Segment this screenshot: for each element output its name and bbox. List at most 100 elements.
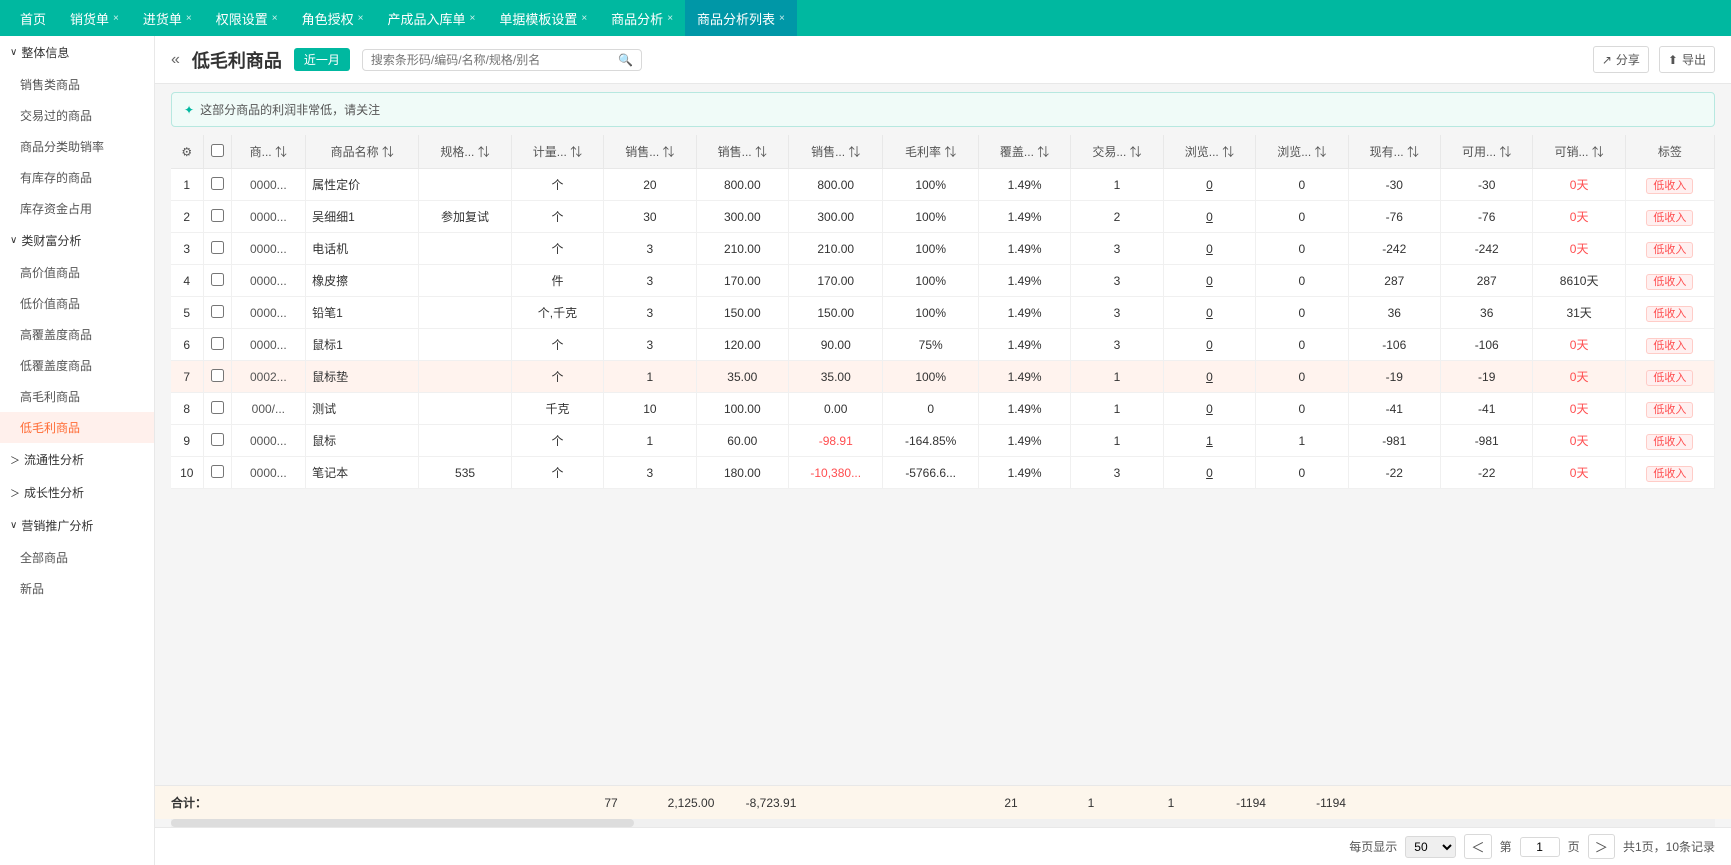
sidebar-group-overall-title[interactable]: ∨ 整体信息 bbox=[0, 36, 154, 69]
collapse-sidebar-btn[interactable]: « bbox=[171, 51, 180, 69]
close-icon[interactable]: × bbox=[779, 13, 785, 24]
nav-product-analysis[interactable]: 商品分析 × bbox=[599, 0, 685, 36]
close-icon[interactable]: × bbox=[469, 13, 475, 24]
row-views1[interactable]: 0 bbox=[1163, 297, 1255, 329]
col-header-settings[interactable]: ⚙ bbox=[171, 135, 203, 169]
horizontal-scroll[interactable] bbox=[171, 819, 1715, 827]
search-icon[interactable]: 🔍 bbox=[618, 53, 633, 67]
row-name[interactable]: 橡皮擦 bbox=[306, 265, 419, 297]
nav-product-entry[interactable]: 产成品入库单 × bbox=[375, 0, 487, 36]
col-header-name[interactable]: 商品名称 ⇅ bbox=[306, 135, 419, 169]
row-name[interactable]: 吴细细1 bbox=[306, 201, 419, 233]
nav-purchase-order[interactable]: 进货单 × bbox=[131, 0, 204, 36]
sidebar-item-high-coverage[interactable]: 高覆盖度商品 bbox=[0, 319, 154, 350]
share-button[interactable]: ↗ 分享 bbox=[1593, 46, 1649, 73]
row-views1[interactable]: 0 bbox=[1163, 361, 1255, 393]
col-header-trade[interactable]: 交易... ⇅ bbox=[1071, 135, 1163, 169]
row-checkbox[interactable] bbox=[203, 361, 231, 393]
row-checkbox[interactable] bbox=[203, 393, 231, 425]
col-header-spec[interactable]: 规格... ⇅ bbox=[419, 135, 511, 169]
row-views1[interactable]: 0 bbox=[1163, 233, 1255, 265]
row-select-checkbox[interactable] bbox=[211, 337, 224, 350]
row-select-checkbox[interactable] bbox=[211, 209, 224, 222]
row-name[interactable]: 笔记本 bbox=[306, 457, 419, 489]
row-name[interactable]: 测试 bbox=[306, 393, 419, 425]
page-number-input[interactable] bbox=[1520, 837, 1560, 857]
nav-template-settings[interactable]: 单据模板设置 × bbox=[487, 0, 599, 36]
row-views1[interactable]: 0 bbox=[1163, 201, 1255, 233]
row-select-checkbox[interactable] bbox=[211, 433, 224, 446]
row-name[interactable]: 鼠标 bbox=[306, 425, 419, 457]
nav-role-auth[interactable]: 角色授权 × bbox=[290, 0, 376, 36]
sidebar-item-traded-products[interactable]: 交易过的商品 bbox=[0, 100, 154, 131]
close-icon[interactable]: × bbox=[358, 13, 364, 24]
col-header-checkbox[interactable] bbox=[203, 135, 231, 169]
sidebar-item-sales-products[interactable]: 销售类商品 bbox=[0, 69, 154, 100]
row-views1[interactable]: 0 bbox=[1163, 393, 1255, 425]
row-select-checkbox[interactable] bbox=[211, 401, 224, 414]
sidebar-item-high-margin[interactable]: 高毛利商品 bbox=[0, 381, 154, 412]
date-filter-button[interactable]: 近一月 bbox=[294, 48, 350, 71]
row-select-checkbox[interactable] bbox=[211, 465, 224, 478]
col-header-unit[interactable]: 计量... ⇅ bbox=[511, 135, 603, 169]
col-header-sales-qty[interactable]: 销售... ⇅ bbox=[604, 135, 696, 169]
sidebar-item-category-rate[interactable]: 商品分类助销率 bbox=[0, 131, 154, 162]
sidebar-group-circulation-title[interactable]: ＞ 流通性分析 bbox=[0, 443, 154, 476]
search-input[interactable] bbox=[371, 53, 618, 67]
row-views1[interactable]: 0 bbox=[1163, 457, 1255, 489]
row-select-checkbox[interactable] bbox=[211, 177, 224, 190]
nav-home[interactable]: 首页 bbox=[8, 0, 58, 36]
sidebar-item-all-products[interactable]: 全部商品 bbox=[0, 542, 154, 573]
sidebar-group-wealth-title[interactable]: ∨ 类财富分析 bbox=[0, 224, 154, 257]
row-views1[interactable]: 0 bbox=[1163, 265, 1255, 297]
close-icon[interactable]: × bbox=[186, 13, 192, 24]
row-select-checkbox[interactable] bbox=[211, 241, 224, 254]
prev-page-button[interactable]: ＜ bbox=[1464, 834, 1491, 859]
row-checkbox[interactable] bbox=[203, 233, 231, 265]
sidebar-item-in-stock[interactable]: 有库存的商品 bbox=[0, 162, 154, 193]
row-checkbox[interactable] bbox=[203, 201, 231, 233]
col-header-sales-profit[interactable]: 销售... ⇅ bbox=[789, 135, 883, 169]
row-name[interactable]: 鼠标垫 bbox=[306, 361, 419, 393]
row-select-checkbox[interactable] bbox=[211, 369, 224, 382]
select-all-checkbox[interactable] bbox=[211, 144, 224, 157]
nav-sales-order[interactable]: 销货单 × bbox=[58, 0, 131, 36]
col-header-current-stock[interactable]: 现有... ⇅ bbox=[1348, 135, 1440, 169]
row-views1[interactable]: 0 bbox=[1163, 329, 1255, 361]
close-icon[interactable]: × bbox=[113, 13, 119, 24]
sidebar-item-high-value[interactable]: 高价值商品 bbox=[0, 257, 154, 288]
close-icon[interactable]: × bbox=[272, 13, 278, 24]
row-views1[interactable]: 0 bbox=[1163, 169, 1255, 201]
sidebar-item-low-margin[interactable]: 低毛利商品 bbox=[0, 412, 154, 443]
close-icon[interactable]: × bbox=[581, 13, 587, 24]
row-select-checkbox[interactable] bbox=[211, 273, 224, 286]
col-header-code[interactable]: 商... ⇅ bbox=[231, 135, 306, 169]
close-icon[interactable]: × bbox=[667, 13, 673, 24]
row-checkbox[interactable] bbox=[203, 297, 231, 329]
col-header-sales-amount[interactable]: 销售... ⇅ bbox=[696, 135, 788, 169]
col-header-coverage[interactable]: 覆盖... ⇅ bbox=[978, 135, 1070, 169]
col-header-views1[interactable]: 浏览... ⇅ bbox=[1163, 135, 1255, 169]
sidebar-item-low-coverage[interactable]: 低覆盖度商品 bbox=[0, 350, 154, 381]
export-button[interactable]: ⬆ 导出 bbox=[1659, 46, 1715, 73]
col-header-views2[interactable]: 浏览... ⇅ bbox=[1256, 135, 1348, 169]
sidebar-group-growth-title[interactable]: ＞ 成长性分析 bbox=[0, 476, 154, 509]
sidebar-group-marketing-title[interactable]: ∨ 营销推广分析 bbox=[0, 509, 154, 542]
col-header-sellable[interactable]: 可销... ⇅ bbox=[1533, 135, 1625, 169]
row-checkbox[interactable] bbox=[203, 457, 231, 489]
row-name[interactable]: 属性定价 bbox=[306, 169, 419, 201]
nav-product-analysis-list[interactable]: 商品分析列表 × bbox=[685, 0, 797, 36]
row-name[interactable]: 铅笔1 bbox=[306, 297, 419, 329]
row-checkbox[interactable] bbox=[203, 265, 231, 297]
row-views1[interactable]: 1 bbox=[1163, 425, 1255, 457]
sidebar-item-capital-usage[interactable]: 库存资金占用 bbox=[0, 193, 154, 224]
row-checkbox[interactable] bbox=[203, 329, 231, 361]
row-name[interactable]: 电话机 bbox=[306, 233, 419, 265]
next-page-button[interactable]: ＞ bbox=[1588, 834, 1615, 859]
col-header-gross-margin[interactable]: 毛利率 ⇅ bbox=[883, 135, 978, 169]
nav-permission-settings[interactable]: 权限设置 × bbox=[204, 0, 290, 36]
per-page-select[interactable]: 50 100 200 bbox=[1405, 836, 1456, 858]
sidebar-item-low-value[interactable]: 低价值商品 bbox=[0, 288, 154, 319]
col-header-available[interactable]: 可用... ⇅ bbox=[1441, 135, 1533, 169]
sidebar-item-new-products[interactable]: 新品 bbox=[0, 573, 154, 604]
